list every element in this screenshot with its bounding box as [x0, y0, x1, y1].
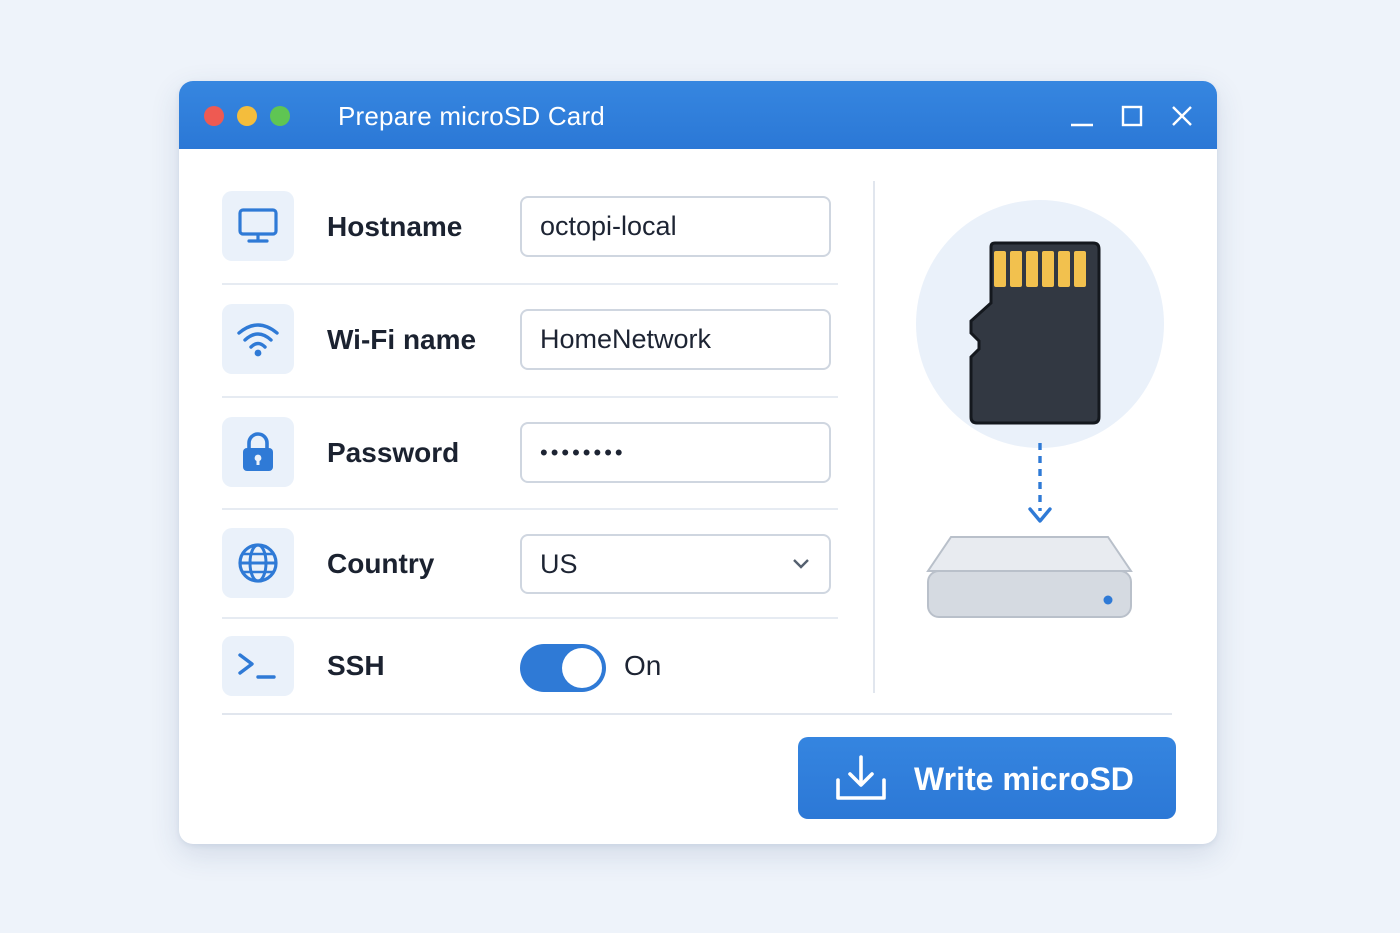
write-microsd-label: Write microSD [914, 761, 1134, 797]
traffic-light-minimize[interactable] [237, 106, 257, 126]
password-input[interactable]: •••••••• [520, 422, 831, 483]
terminal-icon [222, 636, 294, 696]
microsd-card-icon [969, 241, 1101, 425]
chevron-down-icon [793, 559, 809, 569]
ssh-toggle[interactable] [520, 644, 606, 692]
globe-icon [222, 528, 294, 598]
ssh-row: SSH On [222, 636, 838, 698]
insert-arrow-icon [1028, 443, 1052, 523]
row-divider [222, 617, 838, 619]
minimize-icon[interactable] [1069, 103, 1095, 129]
country-row: Country US [222, 528, 838, 600]
password-row: Password •••••••• [222, 417, 838, 489]
country-label: Country [327, 548, 435, 579]
toggle-knob [562, 648, 602, 688]
row-divider [222, 508, 838, 510]
drive-icon [926, 536, 1133, 618]
wifi-label: Wi-Fi name [327, 324, 477, 355]
vertical-separator [873, 181, 875, 693]
monitor-icon [222, 191, 294, 261]
close-icon[interactable] [1169, 103, 1195, 129]
wifi-row: Wi-Fi name [222, 304, 838, 376]
wifi-icon [222, 304, 294, 374]
ssh-label: SSH [327, 650, 385, 681]
hostname-input[interactable] [520, 196, 831, 257]
window-title: Prepare microSD Card [338, 101, 605, 131]
password-label: Password [327, 437, 460, 468]
download-icon [836, 755, 886, 800]
wifi-name-input[interactable] [520, 309, 831, 370]
hostname-label: Hostname [327, 211, 463, 242]
hostname-row: Hostname [222, 191, 838, 263]
lock-icon [222, 417, 294, 487]
write-microsd-button[interactable]: Write microSD [798, 737, 1176, 819]
row-divider [222, 396, 838, 398]
footer-separator [222, 713, 1172, 715]
country-selected-value: US [540, 548, 578, 579]
country-select[interactable]: US [520, 534, 831, 594]
row-divider [222, 283, 838, 285]
traffic-light-close[interactable] [204, 106, 224, 126]
traffic-light-zoom[interactable] [270, 106, 290, 126]
maximize-icon[interactable] [1119, 103, 1145, 129]
ssh-state-text: On [624, 650, 662, 681]
prepare-microsd-window: Prepare microSD Card Hostname octopi-loc… [179, 81, 1217, 844]
title-bar[interactable]: Prepare microSD Card [179, 81, 1217, 149]
microsd-illustration [916, 200, 1164, 618]
